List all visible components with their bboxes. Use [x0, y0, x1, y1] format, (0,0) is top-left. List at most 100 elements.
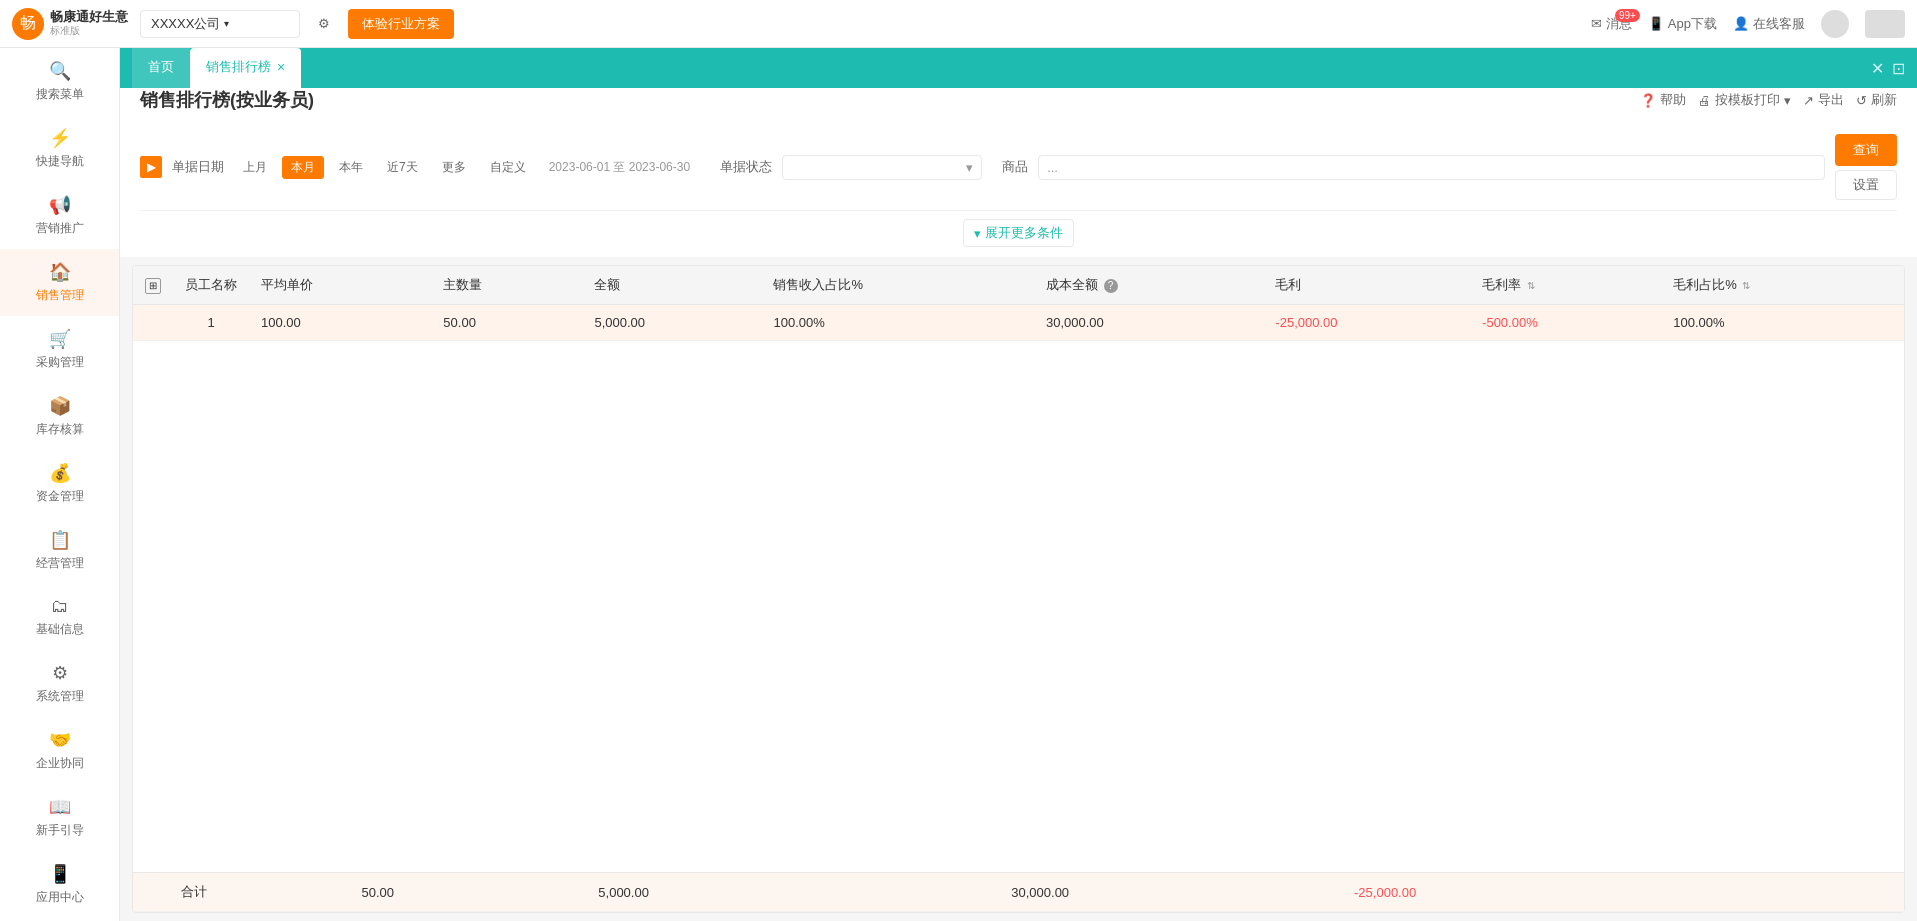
query-button[interactable]: 查询	[1835, 134, 1897, 166]
footer-sales-pct	[899, 873, 1000, 912]
trial-button[interactable]: 体验行业方案	[348, 9, 454, 39]
goods-filter-input[interactable]: ...	[1038, 155, 1825, 180]
guide-icon: 📖	[49, 796, 71, 818]
finance-icon: 💰	[49, 462, 71, 484]
column-settings-icon[interactable]: ⊞	[145, 278, 161, 294]
search-icon: 🔍	[49, 60, 71, 82]
sidebar-item-purchase[interactable]: 🛒 采购管理	[0, 316, 119, 383]
table-area: ⊞ 员工名称 平均单价 主数量 全额 销售收入占比%	[132, 265, 1905, 913]
collab-icon: 🤝	[49, 729, 71, 751]
page-inner: 销售排行榜(按业务员) ❓ 帮助 🖨 按模板打印 ▾ ↗	[120, 88, 1917, 921]
row-index: 1	[173, 305, 249, 341]
sidebar-item-operation[interactable]: 📋 经营管理	[0, 517, 119, 584]
window-close-icon[interactable]: ✕	[1871, 59, 1884, 78]
help-button[interactable]: ❓ 帮助	[1640, 91, 1686, 109]
tab-sales-ranking[interactable]: 销售排行榜 ×	[190, 48, 301, 88]
footer-empty-col1	[133, 873, 169, 912]
export-button[interactable]: ↗ 导出	[1803, 91, 1844, 109]
app-title: 畅康通好生意	[50, 9, 128, 25]
row-avg-price: 100.00	[249, 305, 431, 341]
refresh-icon: ↺	[1856, 93, 1867, 108]
sidebar-item-basic[interactable]: 🗂 基础信息	[0, 584, 119, 650]
company-name: XXXXX公司	[151, 15, 220, 33]
table-footer: 合计 50.00 5,000.00 30,000.00 -25,000.00	[133, 872, 1904, 912]
gross-rate-sort-icon[interactable]: ⇅	[1527, 280, 1535, 291]
sidebar-item-inventory[interactable]: 📦 库存核算	[0, 383, 119, 450]
cost-info-icon[interactable]: ?	[1104, 279, 1118, 293]
current-year-btn[interactable]: 本年	[330, 156, 372, 179]
sidebar-item-search[interactable]: 🔍 搜索菜单	[0, 48, 119, 115]
th-settings[interactable]: ⊞	[133, 266, 173, 305]
header-actions: ❓ 帮助 🖨 按模板打印 ▾ ↗ 导出 ↺	[1640, 91, 1897, 109]
filter-container: 销售排行榜(按业务员) ❓ 帮助 🖨 按模板打印 ▾ ↗	[120, 88, 1917, 257]
sidebar-item-collab[interactable]: 🤝 企业协同	[0, 717, 119, 784]
status-chevron-icon: ▾	[966, 160, 973, 175]
data-table: ⊞ 员工名称 平均单价 主数量 全额 销售收入占比%	[133, 266, 1904, 341]
footer-gross-pct	[1803, 873, 1904, 912]
footer-table: 合计 50.00 5,000.00 30,000.00 -25,000.00	[133, 873, 1904, 912]
tab-sales-label: 销售排行榜	[206, 58, 271, 76]
apps-icon: 📱	[49, 863, 71, 885]
logo-icon: 畅	[12, 8, 44, 40]
sidebar-item-sales[interactable]: 🏠 销售管理	[0, 249, 119, 316]
sidebar-item-marketing[interactable]: 📢 营销推广	[0, 182, 119, 249]
row-gross: -25,000.00	[1263, 305, 1470, 341]
help-icon: ❓	[1640, 93, 1656, 108]
message-button[interactable]: ✉ 消息 99+	[1591, 15, 1632, 33]
sidebar-item-system[interactable]: ⚙ 系统管理	[0, 650, 119, 717]
sidebar-label-marketing: 营销推广	[36, 220, 84, 237]
logo-area: 畅 畅康通好生意 标准版	[12, 8, 132, 40]
sidebar-label-finance: 资金管理	[36, 488, 84, 505]
content-area: 首页 销售排行榜 × ✕ ⊡ 销售排行榜(按业务员) ❓	[120, 48, 1917, 921]
inventory-icon: 📦	[49, 395, 71, 417]
settings-icon[interactable]: ⚙	[308, 8, 340, 40]
footer-row: 合计 50.00 5,000.00 30,000.00 -25,000.00	[133, 873, 1904, 912]
topbar-right: ✉ 消息 99+ 📱 App下载 👤 在线客服	[1591, 10, 1905, 38]
sidebar-item-nav[interactable]: ⚡ 快捷导航	[0, 115, 119, 182]
footer-avg-price	[249, 873, 350, 912]
tab-home[interactable]: 首页	[132, 48, 190, 88]
tab-close-icon[interactable]: ×	[277, 59, 285, 75]
current-month-btn[interactable]: 本月	[282, 156, 324, 179]
query-btn-group: 查询 设置	[1835, 134, 1897, 200]
user-avatar[interactable]	[1821, 10, 1849, 38]
th-gross-pct: 毛利占比% ⇅	[1661, 266, 1904, 305]
print-button[interactable]: 🖨 按模板打印 ▾	[1698, 91, 1791, 109]
sidebar-label-guide: 新手引导	[36, 822, 84, 839]
expand-conditions-button[interactable]: ▾ 展开更多条件	[963, 219, 1074, 247]
sidebar-item-guide[interactable]: 📖 新手引导	[0, 784, 119, 851]
date-range-display: 2023-06-01 至 2023-06-30	[549, 159, 690, 176]
status-select[interactable]: ▾	[782, 155, 982, 180]
company-selector[interactable]: XXXXX公司 ▾	[140, 10, 300, 38]
gross-pct-sort-icon[interactable]: ⇅	[1742, 280, 1750, 291]
app-download-button[interactable]: 📱 App下载	[1648, 15, 1717, 33]
sidebar-item-finance[interactable]: 💰 资金管理	[0, 450, 119, 517]
setting-button[interactable]: 设置	[1835, 170, 1897, 200]
app-label: App下载	[1668, 15, 1717, 33]
user-name-area	[1865, 10, 1905, 38]
service-icon: 👤	[1733, 16, 1749, 31]
sidebar-label-inventory: 库存核算	[36, 421, 84, 438]
purchase-icon: 🛒	[49, 328, 71, 350]
last-month-btn[interactable]: 上月	[234, 156, 276, 179]
window-restore-icon[interactable]: ⊡	[1892, 59, 1905, 78]
sidebar-label-collab: 企业协同	[36, 755, 84, 772]
sidebar-label-operation: 经营管理	[36, 555, 84, 572]
custom-btn[interactable]: 自定义	[481, 156, 535, 179]
refresh-button[interactable]: ↺ 刷新	[1856, 91, 1897, 109]
table-header-row: ⊞ 员工名称 平均单价 主数量 全额 销售收入占比%	[133, 266, 1904, 305]
row-gross-rate: -500.00%	[1470, 305, 1661, 341]
goods-placeholder: ...	[1047, 160, 1816, 175]
more-btn[interactable]: 更多	[433, 156, 475, 179]
export-icon: ↗	[1803, 93, 1814, 108]
table-wrap[interactable]: ⊞ 员工名称 平均单价 主数量 全额 销售收入占比%	[133, 266, 1904, 872]
filter-collapse-arrow[interactable]: ▶	[140, 156, 162, 178]
footer-gross-rate	[1703, 873, 1804, 912]
online-service-button[interactable]: 👤 在线客服	[1733, 15, 1805, 33]
sidebar-item-apps[interactable]: 📱 应用中心	[0, 851, 119, 918]
nav-icon: ⚡	[49, 127, 71, 149]
table-row: 1 100.00 50.00 5,000.00 100.00% 30,000.0…	[133, 305, 1904, 341]
row-cost-amount: 30,000.00	[1034, 305, 1263, 341]
last7-btn[interactable]: 近7天	[378, 156, 427, 179]
sidebar-label-basic: 基础信息	[36, 621, 84, 638]
